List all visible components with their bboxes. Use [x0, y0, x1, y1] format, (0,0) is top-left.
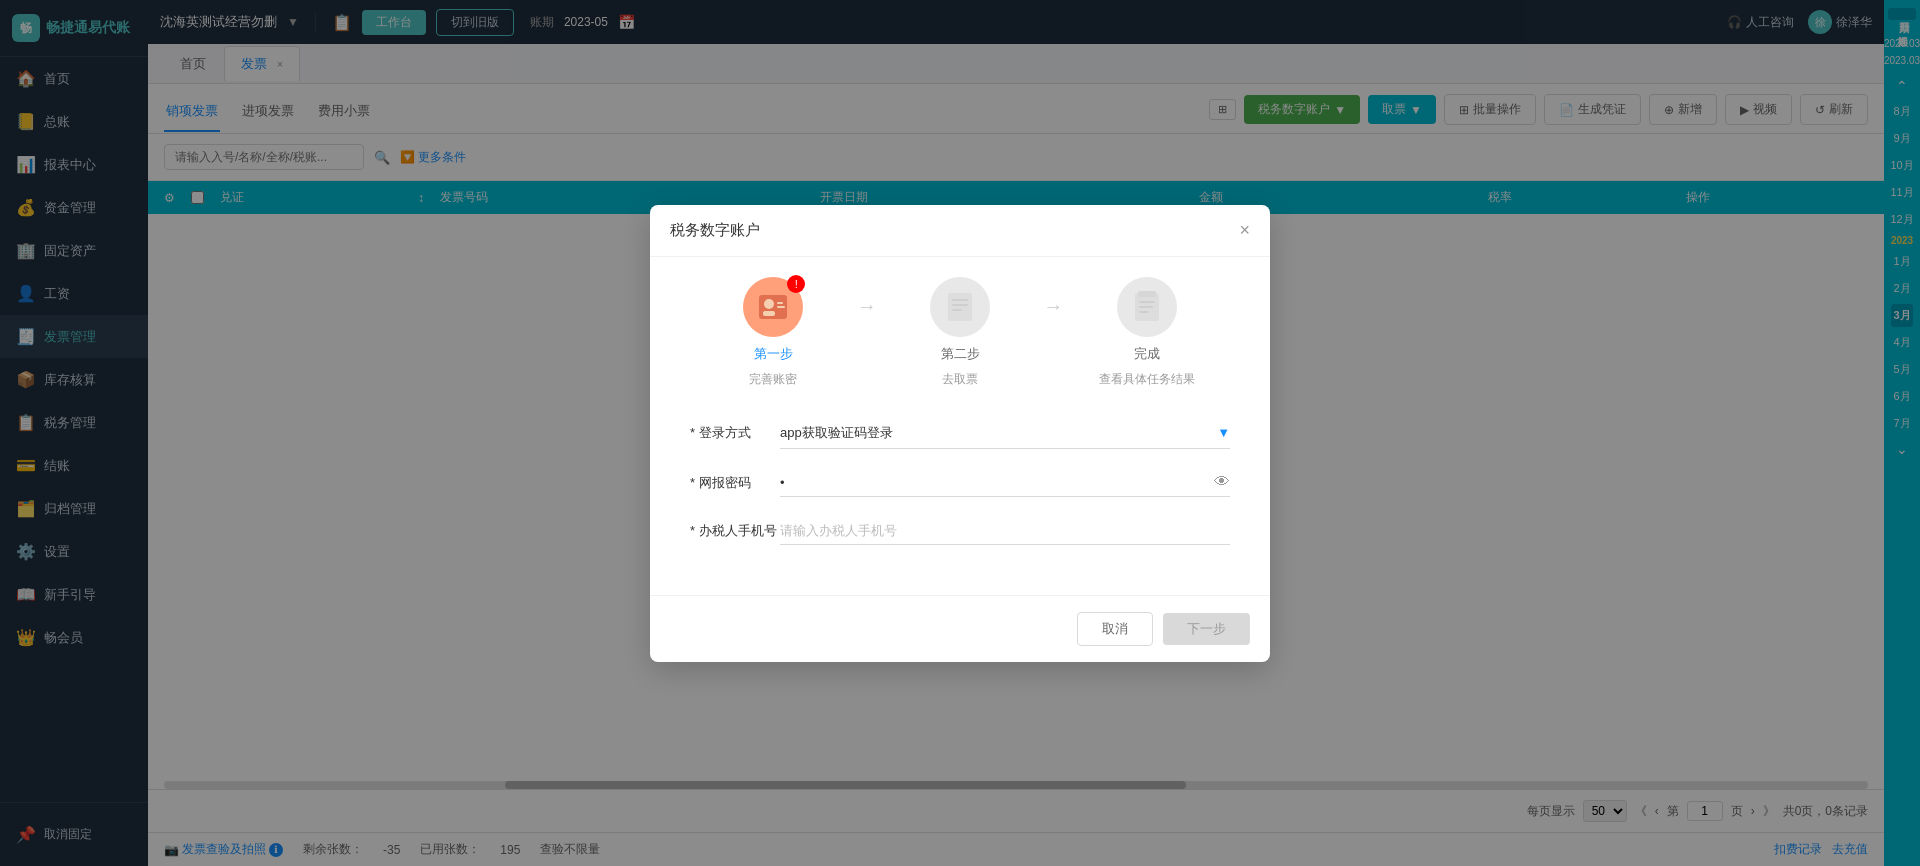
login-method-select[interactable]: app获取验证码登录 ▼	[780, 418, 1230, 449]
svg-rect-2	[763, 311, 775, 316]
step-3-title: 完成	[1134, 345, 1160, 363]
svg-rect-7	[952, 304, 968, 306]
phone-label: * 办税人手机号	[690, 522, 780, 540]
svg-rect-8	[952, 309, 962, 311]
svg-rect-11	[1139, 301, 1155, 303]
step-1-badge: !	[787, 275, 805, 293]
steps: ! 第一步 完善账密 →	[690, 277, 1230, 388]
svg-rect-4	[777, 306, 785, 308]
login-method-value: app获取验证码登录	[780, 424, 893, 442]
svg-rect-3	[777, 302, 783, 304]
step-1: ! 第一步 完善账密	[690, 277, 857, 388]
step-2: 第二步 去取票	[877, 277, 1044, 388]
modal-title: 税务数字账户	[670, 221, 760, 240]
step-3-icon	[1117, 277, 1177, 337]
svg-rect-5	[948, 293, 972, 321]
step-2-title: 第二步	[941, 345, 980, 363]
phone-control	[780, 517, 1230, 545]
toggle-password-icon[interactable]: 👁	[1214, 473, 1230, 491]
password-row: * 网报密码 👁	[690, 469, 1230, 497]
step-1-title: 第一步	[754, 345, 793, 363]
password-label: * 网报密码	[690, 474, 780, 492]
svg-rect-10	[1138, 291, 1156, 297]
phone-row: * 办税人手机号	[690, 517, 1230, 545]
svg-rect-6	[952, 299, 968, 301]
phone-input[interactable]	[780, 517, 1230, 545]
next-button[interactable]: 下一步	[1163, 613, 1250, 645]
modal-footer: 取消 下一步	[650, 595, 1270, 662]
password-control: 👁	[780, 469, 1230, 497]
step-3-desc: 查看具体任务结果	[1099, 371, 1195, 388]
modal-form: * 登录方式 app获取验证码登录 ▼ * 网报密码 👁	[690, 418, 1230, 545]
step-1-icon-wrap: !	[743, 277, 803, 337]
modal-body: ! 第一步 完善账密 →	[650, 257, 1270, 595]
password-input[interactable]	[780, 469, 1214, 496]
step-2-desc: 去取票	[942, 371, 978, 388]
modal-close-button[interactable]: ×	[1239, 221, 1250, 239]
step-arrow-1: →	[857, 277, 877, 318]
step-1-desc: 完善账密	[749, 371, 797, 388]
login-method-control: app获取验证码登录 ▼	[780, 418, 1230, 449]
login-method-label: * 登录方式	[690, 424, 780, 442]
modal-header: 税务数字账户 ×	[650, 205, 1270, 257]
login-method-row: * 登录方式 app获取验证码登录 ▼	[690, 418, 1230, 449]
step-arrow-2: →	[1043, 277, 1063, 318]
step-3: 完成 查看具体任务结果	[1063, 277, 1230, 388]
select-arrow-icon: ▼	[1217, 425, 1230, 440]
modal-overlay: 税务数字账户 ×	[0, 0, 1920, 866]
svg-rect-12	[1139, 306, 1153, 308]
svg-point-1	[764, 299, 774, 309]
svg-rect-13	[1139, 311, 1149, 313]
tax-digital-account-modal: 税务数字账户 ×	[650, 205, 1270, 662]
cancel-button[interactable]: 取消	[1077, 612, 1153, 646]
step-2-icon	[930, 277, 990, 337]
